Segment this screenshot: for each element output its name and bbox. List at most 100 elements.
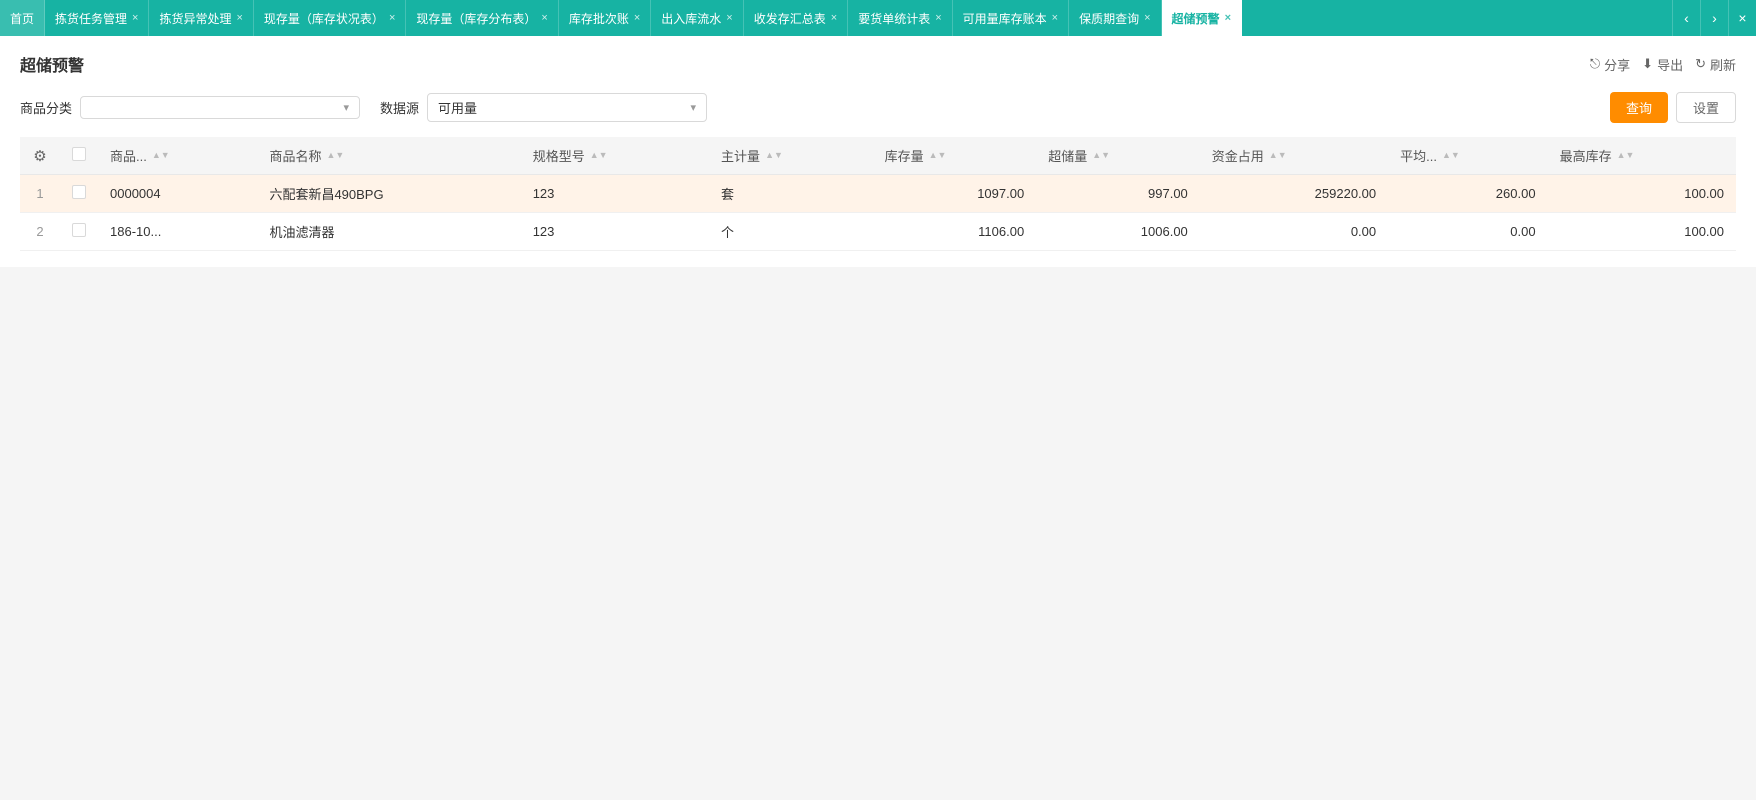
row-checkbox[interactable] <box>72 185 86 199</box>
nav-tab-recv-summary[interactable]: 收发存汇总表 × <box>744 0 848 36</box>
refresh-icon: ↻ <box>1695 56 1706 72</box>
row-max-stock: 100.00 <box>1548 213 1736 251</box>
nav-tab-order-stat[interactable]: 要货单统计表 × <box>848 0 952 36</box>
close-icon[interactable]: × <box>726 12 732 24</box>
row-max-stock: 100.00 <box>1548 175 1736 213</box>
page-title: 超储预警 <box>20 52 84 76</box>
nav-tab-home[interactable]: 首页 <box>0 0 45 36</box>
close-icon[interactable]: × <box>236 12 242 24</box>
close-icon[interactable]: × <box>389 12 395 24</box>
nav-arrows: ‹ › × <box>1672 0 1756 36</box>
category-label: 商品分类 <box>20 98 72 117</box>
share-button[interactable]: ⎋ 分享 <box>1590 55 1630 74</box>
row-seq: 2 <box>20 213 60 251</box>
nav-tab-overstock-warn[interactable]: 超储预警 × <box>1162 0 1242 36</box>
share-icon: ⎋ <box>1590 56 1600 72</box>
close-icon[interactable]: × <box>1052 12 1058 24</box>
th-product-name[interactable]: 商品名称 ▲▼ <box>257 137 520 175</box>
nav-tab-inout-flow[interactable]: 出入库流水 × <box>651 0 743 36</box>
row-stock-qty: 1097.00 <box>873 175 1037 213</box>
row-product-name: 六配套新昌490BPG <box>257 175 520 213</box>
th-max-stock[interactable]: 最高库存 ▲▼ <box>1548 137 1736 175</box>
row-unit: 套 <box>709 175 873 213</box>
th-checkbox[interactable] <box>60 137 98 175</box>
nav-prev-button[interactable]: ‹ <box>1672 0 1700 36</box>
nav-close-button[interactable]: × <box>1728 0 1756 36</box>
close-icon[interactable]: × <box>634 12 640 24</box>
datasource-label: 数据源 <box>380 98 419 117</box>
sort-icon: ▲▼ <box>590 151 608 160</box>
sort-icon: ▲▼ <box>929 151 947 160</box>
header-actions: ⎋ 分享 ⬇ 导出 ↻ 刷新 <box>1590 55 1736 74</box>
row-product-code: 186-10... <box>98 213 257 251</box>
row-checkbox[interactable] <box>72 223 86 237</box>
row-spec: 123 <box>521 213 709 251</box>
row-checkbox-cell[interactable] <box>60 175 98 213</box>
close-icon[interactable]: × <box>1225 12 1231 24</box>
row-capital: 259220.00 <box>1200 175 1388 213</box>
sort-icon: ▲▼ <box>765 151 783 160</box>
nav-tab-avail-account[interactable]: 可用量库存账本 × <box>953 0 1069 36</box>
datasource-select-value: 可用量 <box>438 98 477 117</box>
filter-bar: 商品分类 ▾ 数据源 可用量 ▾ 查询 设置 <box>20 92 1736 123</box>
refresh-button[interactable]: ↻ 刷新 <box>1695 55 1736 74</box>
filter-group-category: 商品分类 ▾ <box>20 96 360 119</box>
nav-tab-batch-account[interactable]: 库存批次账 × <box>559 0 651 36</box>
sort-icon: ▲▼ <box>152 151 170 160</box>
row-avg: 0.00 <box>1388 213 1547 251</box>
close-icon[interactable]: × <box>541 12 547 24</box>
close-icon[interactable]: × <box>831 12 837 24</box>
page-header: 超储预警 ⎋ 分享 ⬇ 导出 ↻ 刷新 <box>20 52 1736 76</box>
chevron-down-icon: ▾ <box>691 101 697 114</box>
page-container: 超储预警 ⎋ 分享 ⬇ 导出 ↻ 刷新 商品分类 ▾ 数据源 <box>0 36 1756 267</box>
top-nav: 首页 拣货任务管理 × 拣货异常处理 × 现存量（库存状况表） × 现存量（库存… <box>0 0 1756 36</box>
close-icon[interactable]: × <box>132 12 138 24</box>
sort-icon: ▲▼ <box>1442 151 1460 160</box>
query-button[interactable]: 查询 <box>1610 92 1668 123</box>
row-stock-qty: 1106.00 <box>873 213 1037 251</box>
nav-tab-task-mgmt[interactable]: 拣货任务管理 × <box>45 0 149 36</box>
chevron-down-icon: ▾ <box>343 101 349 114</box>
nav-tab-stock-status[interactable]: 现存量（库存状况表） × <box>254 0 406 36</box>
table-header-row: ⚙ 商品... ▲▼ 商品名称 ▲▼ <box>20 137 1736 175</box>
row-seq: 1 <box>20 175 60 213</box>
sort-icon: ▲▼ <box>1617 151 1635 160</box>
row-product-name: 机油滤清器 <box>257 213 520 251</box>
th-capital[interactable]: 资金占用 ▲▼ <box>1200 137 1388 175</box>
row-spec: 123 <box>521 175 709 213</box>
th-unit[interactable]: 主计量 ▲▼ <box>709 137 873 175</box>
data-table: ⚙ 商品... ▲▼ 商品名称 ▲▼ <box>20 137 1736 251</box>
th-product-code[interactable]: 商品... ▲▼ <box>98 137 257 175</box>
nav-tab-stock-dist[interactable]: 现存量（库存分布表） × <box>406 0 558 36</box>
table-row: 1 0000004 六配套新昌490BPG 123 套 1097.00 997.… <box>20 175 1736 213</box>
nav-tab-quality-check[interactable]: 保质期查询 × <box>1069 0 1161 36</box>
nav-next-button[interactable]: › <box>1700 0 1728 36</box>
close-icon[interactable]: × <box>935 12 941 24</box>
th-avg[interactable]: 平均... ▲▼ <box>1388 137 1547 175</box>
row-overstock-qty: 997.00 <box>1036 175 1200 213</box>
datasource-select[interactable]: 可用量 ▾ <box>427 93 707 122</box>
filter-group-datasource: 数据源 可用量 ▾ <box>380 93 707 122</box>
category-select[interactable]: ▾ <box>80 96 360 119</box>
filter-actions: 查询 设置 <box>1610 92 1736 123</box>
row-capital: 0.00 <box>1200 213 1388 251</box>
th-gear[interactable]: ⚙ <box>20 137 60 175</box>
nav-tab-abnormal[interactable]: 拣货异常处理 × <box>149 0 253 36</box>
row-avg: 260.00 <box>1388 175 1547 213</box>
row-overstock-qty: 1006.00 <box>1036 213 1200 251</box>
sort-icon: ▲▼ <box>1269 151 1287 160</box>
export-button[interactable]: ⬇ 导出 <box>1642 55 1683 74</box>
gear-icon[interactable]: ⚙ <box>33 148 46 165</box>
th-overstock-qty[interactable]: 超储量 ▲▼ <box>1036 137 1200 175</box>
select-all-checkbox[interactable] <box>72 147 86 161</box>
th-spec[interactable]: 规格型号 ▲▼ <box>521 137 709 175</box>
sort-icon: ▲▼ <box>326 151 344 160</box>
table-row: 2 186-10... 机油滤清器 123 个 1106.00 1006.00 … <box>20 213 1736 251</box>
sort-icon: ▲▼ <box>1092 151 1110 160</box>
th-stock-qty[interactable]: 库存量 ▲▼ <box>873 137 1037 175</box>
row-checkbox-cell[interactable] <box>60 213 98 251</box>
export-icon: ⬇ <box>1642 56 1653 72</box>
setting-button[interactable]: 设置 <box>1676 92 1736 123</box>
close-icon[interactable]: × <box>1144 12 1150 24</box>
row-product-code: 0000004 <box>98 175 257 213</box>
